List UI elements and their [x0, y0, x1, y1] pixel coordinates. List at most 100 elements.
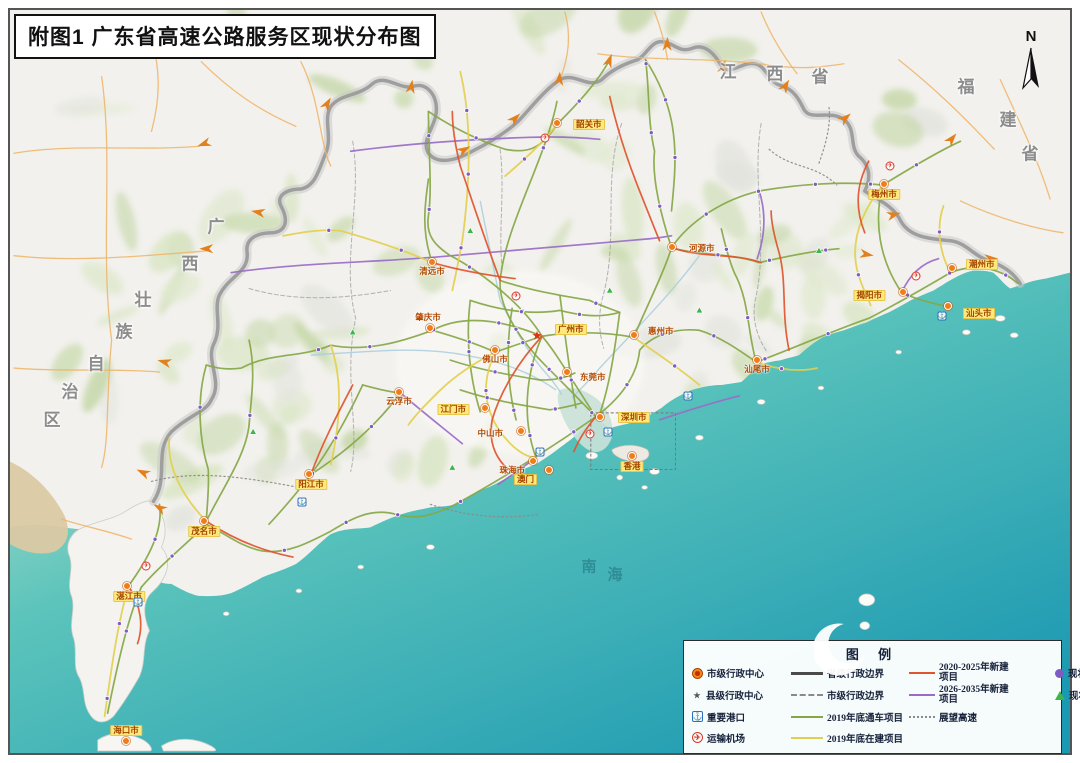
legend-title: 图 例	[692, 644, 1053, 663]
service-area-dot	[746, 316, 750, 320]
service-area-dot	[432, 328, 436, 332]
service-area-dot	[316, 347, 320, 351]
legend-item-parking-area: 现状停车区	[1055, 688, 1080, 702]
service-area-dot	[906, 293, 910, 297]
service-area-dot	[673, 155, 677, 159]
legend-label: 运输机场	[707, 731, 745, 745]
service-area-dot	[153, 537, 157, 541]
service-area-dot	[577, 99, 581, 103]
service-area-dot	[512, 408, 516, 412]
service-area-dot	[779, 367, 783, 371]
service-area-dot	[712, 334, 716, 338]
service-area-dot	[170, 554, 174, 558]
service-area-dot	[484, 388, 488, 392]
service-area-dot	[813, 182, 817, 186]
service-area-dot	[767, 258, 771, 262]
prov-boundary-swatch	[791, 672, 823, 675]
service-area-dot	[663, 98, 667, 102]
service-area-dot	[459, 246, 463, 250]
service-area-dot	[763, 357, 767, 361]
service-area-dot	[649, 131, 653, 135]
service-area-dot	[282, 548, 286, 552]
service-area-dot	[519, 310, 523, 314]
page: 广西壮族自治区江西省福建省南海韶关市清远市河源市梅州市潮州市揭阳市汕头市汕尾市惠…	[0, 0, 1080, 763]
map-title-box: 附图1 广东省高速公路服务区现状分布图	[14, 14, 436, 59]
proj-2026-swatch	[909, 694, 935, 696]
service-area-dot	[530, 363, 534, 367]
city-center-marker-icon	[692, 668, 703, 679]
service-area-dot	[716, 253, 720, 257]
legend-label: 县级行政中心	[706, 688, 763, 702]
legend-item-county-center: ★ 县级行政中心	[692, 688, 791, 702]
service-area-dot	[914, 163, 918, 167]
service-area-dot	[396, 513, 400, 517]
service-area-dot	[756, 189, 760, 193]
service-area-dot	[467, 340, 471, 344]
service-area-dot	[553, 407, 557, 411]
service-area-dot	[948, 271, 952, 275]
legend-label: 2019年底在建项目	[827, 731, 903, 745]
service-area-dot	[485, 396, 489, 400]
legend-label: 市级行政边界	[827, 688, 884, 702]
service-area-dot	[569, 378, 573, 382]
service-area-dot	[497, 321, 501, 325]
service-area-dot	[368, 345, 372, 349]
service-area-dot	[644, 62, 648, 66]
service-area-dot	[474, 136, 478, 140]
legend-item-proj-2020: 2020-2025年新建项目	[909, 663, 1055, 684]
service-area-dot	[582, 331, 586, 335]
service-area-dot	[625, 383, 629, 387]
service-area-dot	[467, 265, 471, 269]
legend-label: 市级行政中心	[707, 666, 764, 680]
prospect-swatch	[909, 716, 935, 718]
constr-2019-swatch	[791, 737, 823, 739]
service-area-dot	[868, 182, 872, 186]
legend-item-city-boundary: 市级行政边界	[791, 688, 909, 702]
map-title: 附图1 广东省高速公路服务区现状分布图	[28, 26, 422, 49]
legend-item-port: ⚓ 重要港口	[692, 710, 791, 724]
service-area-dot	[117, 622, 121, 626]
service-area-dot	[824, 248, 828, 252]
service-area-dot	[514, 327, 518, 331]
legend-item-prov-boundary: 省级行政边界	[791, 666, 909, 680]
service-area-dot	[658, 204, 662, 208]
service-area-dot	[660, 332, 664, 336]
legend-label: 省级行政边界	[827, 666, 884, 680]
service-area-dot	[547, 367, 551, 371]
legend-item-service-area: 现状服务区	[1055, 666, 1080, 680]
service-area-dot	[493, 370, 497, 374]
legend-label: 现状服务区	[1068, 666, 1080, 680]
proj-2020-swatch	[909, 672, 935, 674]
legend-item-proj-2026: 2026-2035年新建项目	[909, 685, 1055, 706]
city-boundary-swatch	[791, 694, 823, 696]
service-area-dot	[856, 273, 860, 277]
open-2019-swatch	[791, 716, 823, 718]
service-area-dot	[673, 364, 677, 368]
service-area-icon	[1055, 669, 1064, 678]
legend-label: 现状停车区	[1069, 688, 1080, 702]
service-area-dot	[937, 230, 941, 234]
service-area-dot	[521, 341, 525, 345]
service-area-dot	[467, 350, 471, 354]
service-area-dot	[724, 247, 728, 251]
legend-label: 2026-2035年新建项目	[939, 685, 1013, 706]
service-area-dot	[327, 228, 331, 232]
service-area-dot	[459, 499, 463, 503]
legend-label: 重要港口	[707, 710, 745, 724]
service-area-dot	[541, 146, 545, 150]
service-area-dot	[506, 340, 510, 344]
county-center-marker-icon: ★	[692, 691, 702, 700]
north-label: N	[1026, 28, 1037, 45]
service-area-dot	[466, 172, 470, 176]
service-area-dot	[124, 629, 128, 633]
legend-box: 图 例 市级行政中心 省级行政边界 2020-2025年新建项目 现状服务区 ★	[683, 640, 1062, 754]
service-area-dot	[248, 413, 252, 417]
service-area-dot	[577, 312, 581, 316]
service-area-dot	[572, 430, 576, 434]
legend-label: 2020-2025年新建项目	[939, 663, 1013, 684]
service-area-dot	[344, 520, 348, 524]
service-area-dot	[522, 157, 526, 161]
service-area-dot	[826, 332, 830, 336]
service-area-dot	[311, 471, 315, 475]
service-area-dot	[427, 207, 431, 211]
